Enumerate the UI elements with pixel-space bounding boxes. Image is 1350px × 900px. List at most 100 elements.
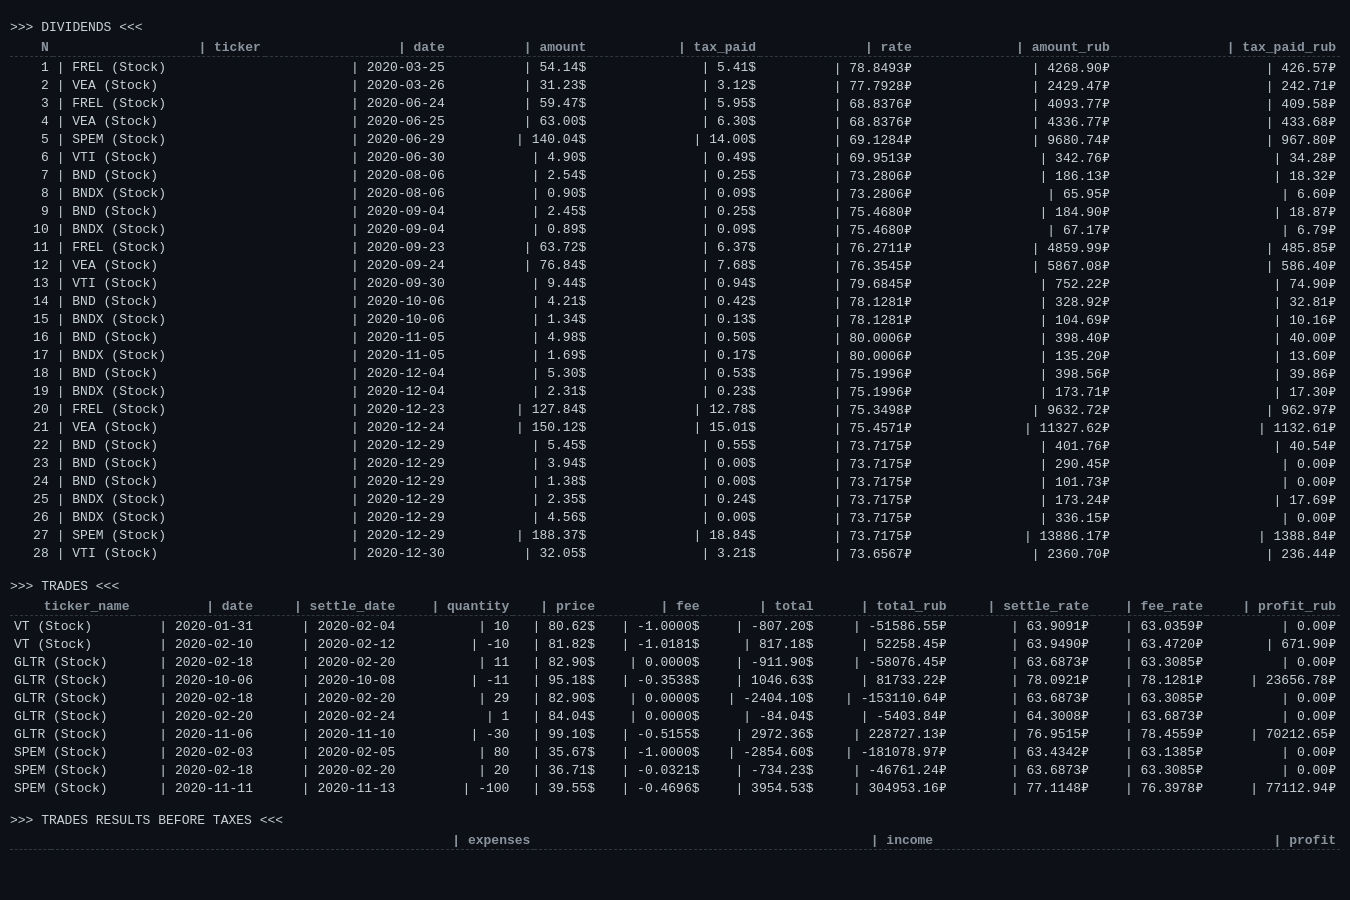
dividends-header-row: N | ticker | date | amount | tax_paid | … — [10, 39, 1340, 57]
table-cell: | 101.73₽ — [916, 473, 1114, 491]
table-cell: | 13.60₽ — [1114, 347, 1340, 365]
table-cell: | 0.55$ — [590, 437, 760, 455]
table-cell: | 73.7175₽ — [760, 509, 916, 527]
table-cell: 8 — [10, 185, 53, 203]
table-cell: | 17.30₽ — [1114, 383, 1340, 401]
table-cell: | 4859.99₽ — [916, 239, 1114, 257]
table-cell: | 2360.70₽ — [916, 545, 1114, 563]
table-cell: | -30 — [399, 725, 513, 743]
table-cell: GLTR (Stock) — [10, 689, 133, 707]
table-cell: 25 — [10, 491, 53, 509]
table-cell: | 0.23$ — [590, 383, 760, 401]
table-row: 27 | SPEM (Stock) | 2020-12-29 | 188.37$… — [10, 527, 1340, 545]
table-cell: | 2020-02-18 — [133, 689, 256, 707]
table-cell: | 76.2711₽ — [760, 239, 916, 257]
table-cell: | 426.57₽ — [1114, 59, 1340, 77]
table-row: GLTR (Stock) | 2020-02-18 | 2020-02-20 |… — [10, 653, 1340, 671]
table-cell: | 36.71$ — [513, 761, 599, 779]
table-cell: | 20 — [399, 761, 513, 779]
table-cell: | BNDX (Stock) — [53, 185, 265, 203]
table-cell: | 23656.78₽ — [1207, 671, 1340, 689]
table-cell: | 2020-08-06 — [265, 167, 449, 185]
table-cell: | 63.00$ — [449, 113, 591, 131]
col-n: N — [10, 39, 53, 57]
table-cell: | 0.00$ — [590, 509, 760, 527]
col-trade-date: | date — [133, 598, 256, 616]
table-row: 6 | VTI (Stock) | 2020-06-30 | 4.90$ | 0… — [10, 149, 1340, 167]
table-cell: | 2020-10-08 — [257, 671, 399, 689]
table-cell: | 328.92₽ — [916, 293, 1114, 311]
table-cell: | 188.37$ — [449, 527, 591, 545]
table-cell: | 78.1281₽ — [1093, 671, 1207, 689]
table-cell: | 2.54$ — [449, 167, 591, 185]
table-cell: | 2020-12-30 — [265, 545, 449, 563]
table-cell: | 0.00₽ — [1114, 455, 1340, 473]
table-cell: | 236.44₽ — [1114, 545, 1340, 563]
table-row: SPEM (Stock) | 2020-11-11 | 2020-11-13 |… — [10, 779, 1340, 797]
table-cell: | 81.82$ — [513, 635, 599, 653]
table-cell: | -181078.97₽ — [818, 743, 951, 761]
table-cell: | 18.84$ — [590, 527, 760, 545]
table-cell: | 0.00$ — [590, 455, 760, 473]
table-cell: | 76.3545₽ — [760, 257, 916, 275]
col-ticker-name: ticker_name — [10, 598, 133, 616]
table-cell: | 63.1385₽ — [1093, 743, 1207, 761]
table-cell: | 34.28₽ — [1114, 149, 1340, 167]
table-cell: | -58076.45₽ — [818, 653, 951, 671]
table-cell: | -1.0181$ — [599, 635, 704, 653]
table-cell: | 10 — [399, 617, 513, 635]
table-cell: | 73.2806₽ — [760, 185, 916, 203]
table-cell: 20 — [10, 401, 53, 419]
table-row: 17 | BNDX (Stock) | 2020-11-05 | 1.69$ |… — [10, 347, 1340, 365]
col-tax-paid: | tax_paid — [590, 39, 760, 57]
table-cell: | 11 — [399, 653, 513, 671]
col-amount-rub: | amount_rub — [916, 39, 1114, 57]
col-settle-rate: | settle_rate — [951, 598, 1093, 616]
col-settle-date: | settle_date — [257, 598, 399, 616]
table-cell: | 5.41$ — [590, 59, 760, 77]
table-cell: | -2404.10$ — [704, 689, 818, 707]
table-cell: | 73.2806₽ — [760, 167, 916, 185]
table-cell: | FREL (Stock) — [53, 401, 265, 419]
table-cell: GLTR (Stock) — [10, 707, 133, 725]
table-cell: | 485.85₽ — [1114, 239, 1340, 257]
table-cell: | 18.32₽ — [1114, 167, 1340, 185]
table-cell: | 80 — [399, 743, 513, 761]
table-cell: | 73.7175₽ — [760, 527, 916, 545]
table-cell: | 2429.47₽ — [916, 77, 1114, 95]
table-row: 22 | BND (Stock) | 2020-12-29 | 5.45$ | … — [10, 437, 1340, 455]
table-cell: | 2020-10-06 — [265, 293, 449, 311]
table-cell: | 76.84$ — [449, 257, 591, 275]
table-cell: | VEA (Stock) — [53, 113, 265, 131]
table-cell: | 35.67$ — [513, 743, 599, 761]
table-cell: | 73.6567₽ — [760, 545, 916, 563]
table-cell: | 6.60₽ — [1114, 185, 1340, 203]
table-cell: 2 — [10, 77, 53, 95]
table-cell: | 2020-01-31 — [133, 617, 256, 635]
table-cell: | 5.95$ — [590, 95, 760, 113]
table-cell: | 1.69$ — [449, 347, 591, 365]
table-cell: | 2972.36$ — [704, 725, 818, 743]
table-cell: | 2020-06-24 — [265, 95, 449, 113]
table-cell: | 2.45$ — [449, 203, 591, 221]
table-cell: | 2020-12-29 — [265, 455, 449, 473]
table-cell: SPEM (Stock) — [10, 743, 133, 761]
table-cell: | 63.6873₽ — [1093, 707, 1207, 725]
table-cell: | 0.13$ — [590, 311, 760, 329]
table-cell: | 79.6845₽ — [760, 275, 916, 293]
table-cell: | 0.00₽ — [1207, 707, 1340, 725]
table-cell: | 2020-02-20 — [257, 653, 399, 671]
table-cell: | FREL (Stock) — [53, 59, 265, 77]
table-cell: | 3.21$ — [590, 545, 760, 563]
table-cell: | FREL (Stock) — [53, 95, 265, 113]
col-quantity: | quantity — [399, 598, 513, 616]
table-cell: | 54.14$ — [449, 59, 591, 77]
table-cell: | 0.09$ — [590, 221, 760, 239]
table-cell: | 68.8376₽ — [760, 95, 916, 113]
table-cell: | 4.21$ — [449, 293, 591, 311]
table-cell: | 228727.13₽ — [818, 725, 951, 743]
table-cell: | 173.71₽ — [916, 383, 1114, 401]
table-cell: | 3954.53$ — [704, 779, 818, 797]
table-cell: | 0.25$ — [590, 203, 760, 221]
table-row: 1 | FREL (Stock) | 2020-03-25 | 54.14$ |… — [10, 59, 1340, 77]
